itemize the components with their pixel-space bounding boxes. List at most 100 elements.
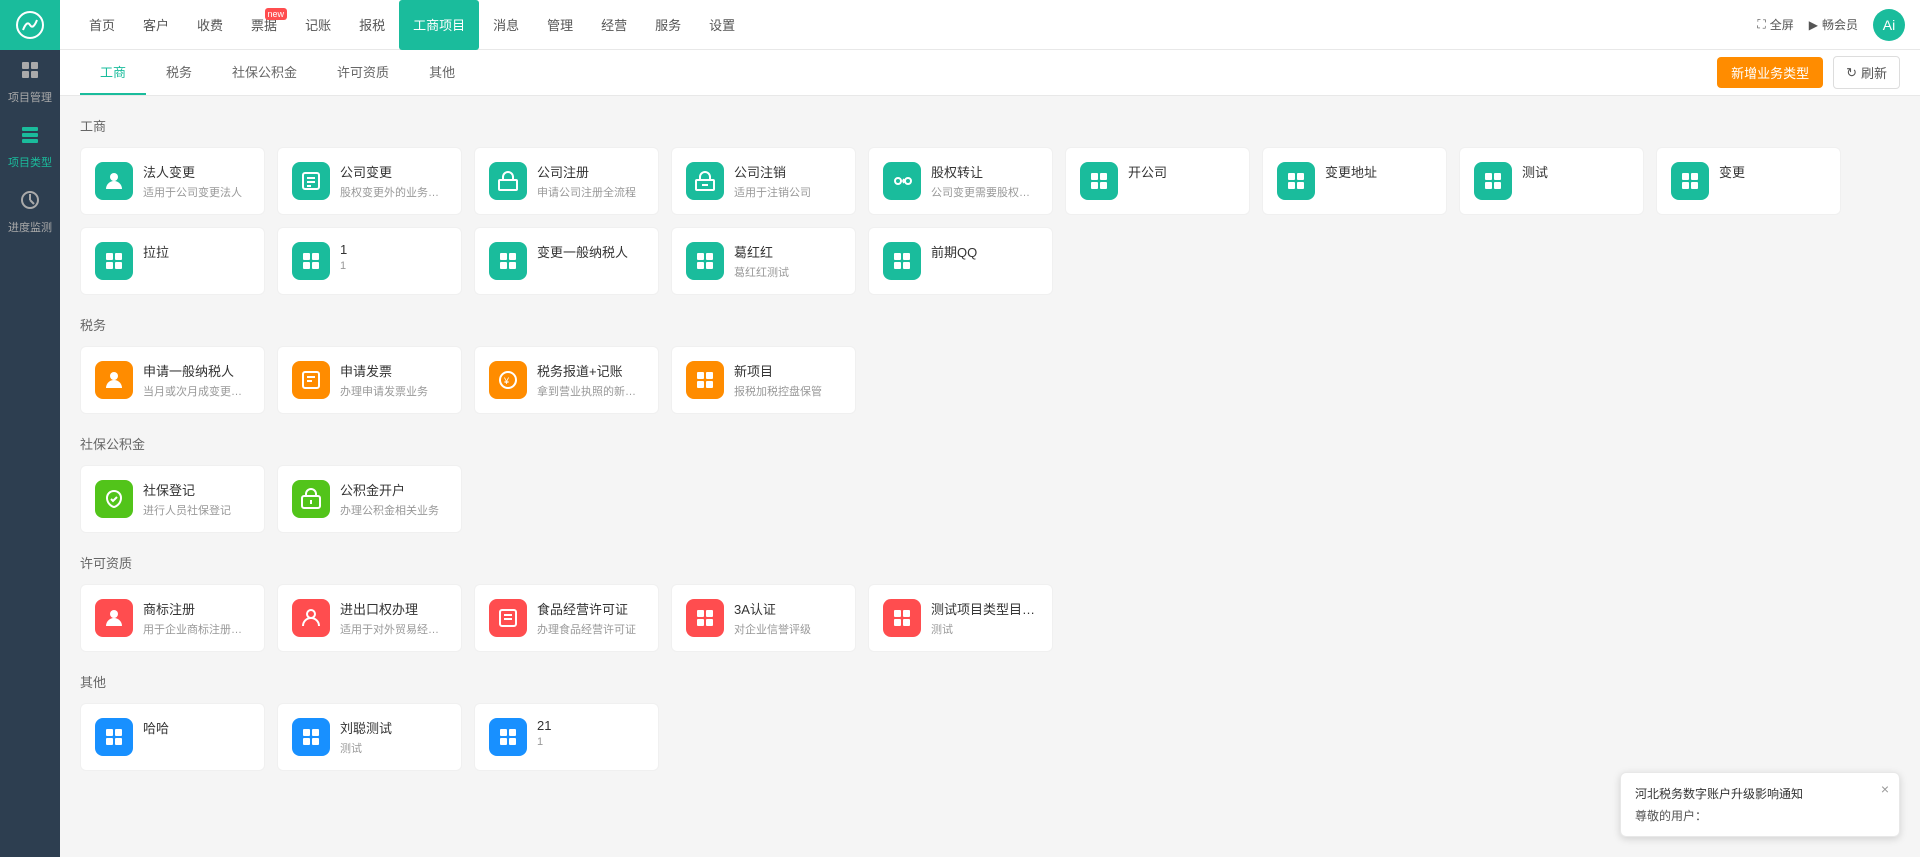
card-change-address[interactable]: 变更地址 — [1262, 147, 1447, 215]
section-title-industry: 工商 — [80, 116, 1900, 135]
card-info-lala: 拉拉 — [143, 242, 250, 264]
card-desc-trademark: 用于企业商标注册服务 — [143, 621, 250, 637]
nav-manage[interactable]: 管理 — [533, 0, 587, 50]
card-import-export[interactable]: 进出口权办理 适用于对外贸易经营者 — [277, 584, 462, 652]
nav-industry[interactable]: 工商项目 — [399, 0, 479, 50]
notification-close-button[interactable]: × — [1881, 781, 1889, 797]
cards-grid-other: 哈哈 刘聪测试 测试 — [80, 703, 1900, 771]
project-type-icon — [20, 125, 40, 150]
card-legal-change[interactable]: 法人变更 适用于公司变更法人 — [80, 147, 265, 215]
card-company-change[interactable]: 公司变更 股权变更外的业务变更 — [277, 147, 462, 215]
nav-service[interactable]: 服务 — [641, 0, 695, 50]
card-info-food-license: 食品经营许可证 办理食品经营许可证 — [537, 599, 644, 637]
content-area: 工商 税务 社保公积金 许可资质 其他 新增业务类型 — [60, 50, 1920, 857]
card-desc-company-cancel: 适用于注销公司 — [734, 184, 841, 200]
card-desc-company-register: 申请公司注册全流程 — [537, 184, 644, 200]
add-business-type-button[interactable]: 新增业务类型 — [1717, 57, 1823, 88]
card-info-change-address: 变更地址 — [1325, 162, 1432, 184]
sidebar-item-progress[interactable]: 进度监测 — [0, 180, 60, 245]
card-icon-haha — [95, 718, 133, 756]
refresh-icon: ↻ — [1846, 65, 1857, 81]
card-company-cancel[interactable]: 公司注销 适用于注销公司 — [671, 147, 856, 215]
card-qq[interactable]: 前期QQ — [868, 227, 1053, 295]
sidebar-item-project-mgmt[interactable]: 项目管理 — [0, 50, 60, 115]
new-badge: new — [265, 8, 288, 20]
cards-grid-tax: 申请一般纳税人 当月或次月成变更完成 申请发票 办理申请发票业务 ¥ — [80, 346, 1900, 414]
project-mgmt-icon — [20, 60, 40, 85]
nav-billing[interactable]: 收费 — [183, 0, 237, 50]
nav-home-label: 首页 — [89, 15, 115, 34]
card-tax-accounting[interactable]: ¥ 税务报道+记账 拿到营业执照的新公司 — [474, 346, 659, 414]
card-icon-lala — [95, 242, 133, 280]
card-title-trademark: 商标注册 — [143, 599, 250, 618]
card-title-apply-taxpayer: 申请一般纳税人 — [143, 361, 250, 380]
refresh-button[interactable]: ↻ 刷新 — [1833, 56, 1900, 89]
refresh-label: 刷新 — [1861, 63, 1887, 82]
fullscreen-icon: ⛶ — [1757, 17, 1765, 32]
card-liucong[interactable]: 刘聪测试 测试 — [277, 703, 462, 771]
nav-home[interactable]: 首页 — [75, 0, 129, 50]
nav-operation[interactable]: 经营 — [587, 0, 641, 50]
card-icon-open-company — [1080, 162, 1118, 200]
vip-btn[interactable]: ▶ 畅会员 — [1809, 16, 1858, 33]
card-info-test-type: 测试项目类型目定义 测试 — [931, 599, 1038, 637]
avatar[interactable]: Ai — [1873, 9, 1905, 41]
nav-tax-report[interactable]: 报税 — [345, 0, 399, 50]
nav-settings[interactable]: 设置 — [695, 0, 749, 50]
tab-tax[interactable]: 税务 — [146, 50, 212, 95]
tab-other[interactable]: 其他 — [409, 50, 475, 95]
card-apply-taxpayer[interactable]: 申请一般纳税人 当月或次月成变更完成 — [80, 346, 265, 414]
card-21[interactable]: 21 1 — [474, 703, 659, 771]
card-3a[interactable]: 3A认证 对企业信誉评级 — [671, 584, 856, 652]
main-wrapper: 首页 客户 收费 票据 new 记账 报税 工商项目 消息 管理 经营 — [60, 0, 1920, 857]
cards-grid-social: 社保登记 进行人员社保登记 公积金开户 办理公积金相关业务 — [80, 465, 1900, 533]
card-desc-gehonghong: 葛红红测试 — [734, 264, 841, 280]
tab-license[interactable]: 许可资质 — [317, 50, 409, 95]
fullscreen-label: 全屏 — [1770, 16, 1794, 33]
card-haha[interactable]: 哈哈 — [80, 703, 265, 771]
card-desc-fund-open: 办理公积金相关业务 — [340, 502, 447, 518]
card-trademark[interactable]: 商标注册 用于企业商标注册服务 — [80, 584, 265, 652]
card-gehonghong[interactable]: 葛红红 葛红红测试 — [671, 227, 856, 295]
card-info-apply-taxpayer: 申请一般纳税人 当月或次月成变更完成 — [143, 361, 250, 399]
section-title-tax: 税务 — [80, 315, 1900, 334]
nav-message[interactable]: 消息 — [479, 0, 533, 50]
card-title-3a: 3A认证 — [734, 599, 841, 618]
tab-industry[interactable]: 工商 — [80, 50, 146, 95]
card-test[interactable]: 测试 — [1459, 147, 1644, 215]
card-icon-food-license — [489, 599, 527, 637]
card-one[interactable]: 1 1 — [277, 227, 462, 295]
nav-accounting[interactable]: 记账 — [291, 0, 345, 50]
card-info-trademark: 商标注册 用于企业商标注册服务 — [143, 599, 250, 637]
card-desc-legal-change: 适用于公司变更法人 — [143, 184, 250, 200]
card-open-company[interactable]: 开公司 — [1065, 147, 1250, 215]
section-title-social: 社保公积金 — [80, 434, 1900, 453]
tab-social-label: 社保公积金 — [232, 62, 297, 81]
nav-ticket[interactable]: 票据 new — [237, 0, 291, 50]
card-equity-transfer[interactable]: 股权转让 公司变更需要股权转让 — [868, 147, 1053, 215]
tab-social[interactable]: 社保公积金 — [212, 50, 317, 95]
card-food-license[interactable]: 食品经营许可证 办理食品经营许可证 — [474, 584, 659, 652]
card-new-project[interactable]: 新项目 报税加税控盘保管 — [671, 346, 856, 414]
card-desc-21: 1 — [537, 736, 644, 748]
card-apply-invoice[interactable]: 申请发票 办理申请发票业务 — [277, 346, 462, 414]
card-biangg[interactable]: 变更 — [1656, 147, 1841, 215]
card-lala[interactable]: 拉拉 — [80, 227, 265, 295]
nav-client[interactable]: 客户 — [129, 0, 183, 50]
section-title-other: 其他 — [80, 672, 1900, 691]
card-icon-biangg — [1671, 162, 1709, 200]
sidebar-logo[interactable] — [0, 0, 60, 50]
scroll-content[interactable]: 工商 法人变更 适用于公司变更法人 — [60, 96, 1920, 857]
card-icon-test — [1474, 162, 1512, 200]
card-social-register[interactable]: 社保登记 进行人员社保登记 — [80, 465, 265, 533]
card-desc-liucong: 测试 — [340, 740, 447, 756]
fullscreen-btn[interactable]: ⛶ 全屏 — [1757, 16, 1793, 33]
card-icon-company-register — [489, 162, 527, 200]
sidebar-item-project-type[interactable]: 项目类型 — [0, 115, 60, 180]
card-change-taxpayer[interactable]: 变更一般纳税人 — [474, 227, 659, 295]
card-company-register[interactable]: 公司注册 申请公司注册全流程 — [474, 147, 659, 215]
card-info-liucong: 刘聪测试 测试 — [340, 718, 447, 756]
card-info-test: 测试 — [1522, 162, 1629, 184]
card-fund-open[interactable]: 公积金开户 办理公积金相关业务 — [277, 465, 462, 533]
card-test-type[interactable]: 测试项目类型目定义 测试 — [868, 584, 1053, 652]
